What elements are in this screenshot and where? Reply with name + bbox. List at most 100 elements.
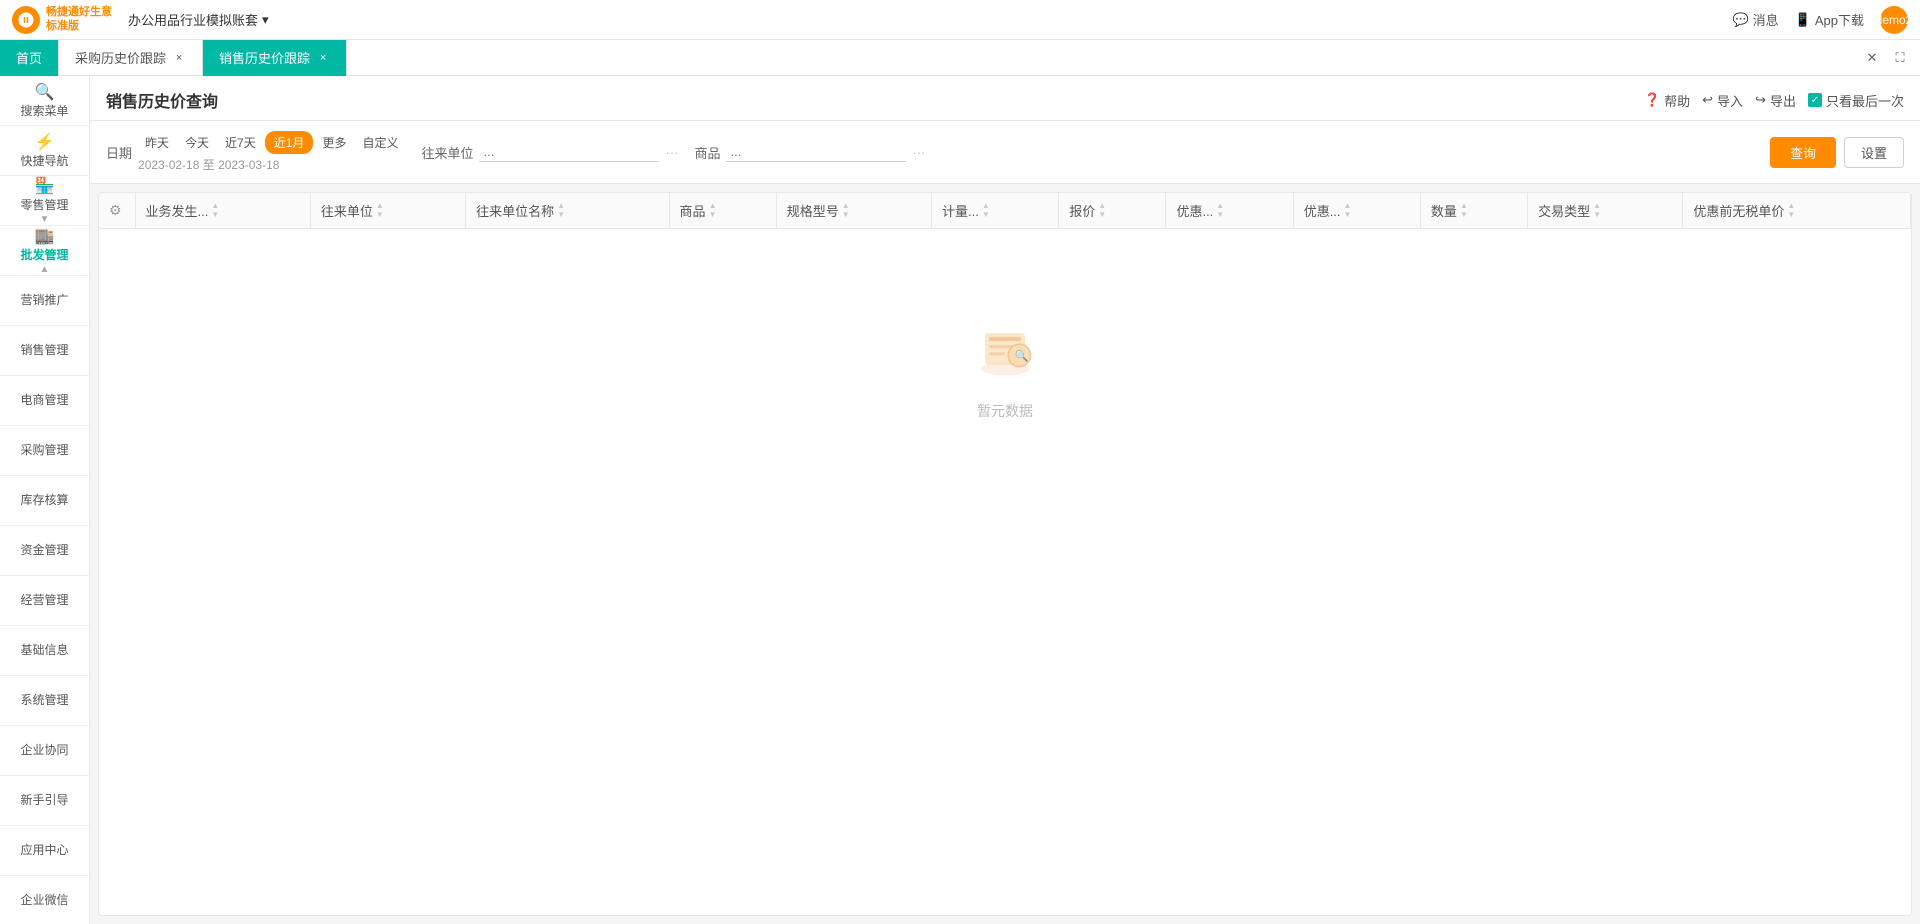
tab-sales-close-btn[interactable]: ×	[316, 51, 330, 65]
page-title: 销售历史价查询	[106, 88, 218, 112]
goods-input[interactable]	[726, 142, 906, 162]
export-btn[interactable]: ↪ 导出	[1755, 91, 1796, 110]
sort-down-icon: ▼	[211, 211, 219, 219]
download-icon: 📱	[1795, 12, 1811, 28]
sidebar-item-operation-mgmt[interactable]: 经营管理	[0, 576, 89, 626]
sort-up-icon: ▲	[1787, 202, 1795, 210]
th-partner-name-label: 往来单位名称	[476, 201, 554, 220]
sort-up-icon: ▲	[1098, 202, 1106, 210]
date-btn-custom[interactable]: 自定义	[355, 131, 405, 154]
partner-input[interactable]	[479, 142, 659, 162]
date-btn-yesterday[interactable]: 昨天	[138, 131, 176, 154]
date-btn-7days[interactable]: 近7天	[218, 131, 263, 154]
sidebar-item-enterprise-wechat[interactable]: 企业微信	[0, 876, 89, 924]
close-all-tabs-btn[interactable]: ✕	[1860, 46, 1884, 70]
query-button[interactable]: 查询	[1770, 137, 1836, 168]
sidebar-item-wholesale-mgmt[interactable]: 🏬 批发管理 ▲	[0, 226, 89, 276]
sort-down-icon: ▼	[1098, 211, 1106, 219]
sort-arrows: ▲ ▼	[1787, 202, 1795, 219]
sidebar-item-label: 应用中心	[20, 843, 68, 859]
sort-arrows: ▲ ▼	[1344, 202, 1352, 219]
date-btn-today[interactable]: 今天	[178, 131, 216, 154]
wholesale-icon: 🏬	[35, 226, 55, 246]
sidebar-item-purchase-mgmt[interactable]: 采购管理	[0, 426, 89, 476]
sidebar-item-retail-mgmt[interactable]: 🏪 零售管理 ▼	[0, 176, 89, 226]
th-discount2[interactable]: 优惠... ▲ ▼	[1293, 193, 1420, 229]
import-btn[interactable]: ↩ 导入	[1702, 91, 1743, 110]
date-label: 日期	[106, 143, 132, 162]
sort-arrows: ▲ ▼	[709, 202, 717, 219]
sidebar-item-enterprise-agreement[interactable]: 企业协同	[0, 726, 89, 776]
tab-sales-history[interactable]: 销售历史价跟踪 ×	[203, 40, 347, 76]
message-icon: 💬	[1732, 12, 1748, 28]
sort-up-icon: ▲	[1593, 202, 1601, 210]
maximize-btn[interactable]: ⛶	[1888, 46, 1912, 70]
only-last-checkbox[interactable]: 只看最后一次	[1808, 91, 1904, 110]
sidebar-item-sales-mgmt[interactable]: 销售管理	[0, 326, 89, 376]
chevron-down-icon: ▾	[262, 12, 269, 28]
gear-icon[interactable]: ⚙	[109, 202, 122, 218]
th-discount1[interactable]: 优惠... ▲ ▼	[1166, 193, 1293, 229]
topbar-right: 💬 消息 📱 App下载 demo2	[1732, 6, 1908, 34]
th-trade-type[interactable]: 交易类型 ▲ ▼	[1528, 193, 1683, 229]
th-discount1-label: 优惠...	[1176, 201, 1213, 220]
sidebar-item-basic-info[interactable]: 基础信息	[0, 626, 89, 676]
sidebar-item-search-menu[interactable]: 🔍 搜索菜单	[0, 76, 89, 126]
sidebar-item-label: 企业协同	[20, 743, 68, 759]
sort-down-icon: ▼	[1593, 211, 1601, 219]
app-selector[interactable]: 办公用品行业模拟账套 ▾	[120, 6, 277, 33]
empty-text: 暂元数据	[977, 401, 1033, 421]
settings-button[interactable]: 设置	[1844, 137, 1904, 168]
main-layout: 🔍 搜索菜单 ⚡ 快捷导航 🏪 零售管理 ▼ 🏬 批发管理 ▲ 营销推广 销售管…	[0, 76, 1920, 924]
app-download-btn[interactable]: 📱 App下载	[1795, 10, 1864, 29]
tab-purchase-close-btn[interactable]: ×	[172, 51, 186, 65]
th-unit[interactable]: 计量... ▲ ▼	[932, 193, 1059, 229]
sidebar-item-label: 零售管理	[20, 198, 68, 214]
partner-more-icon[interactable]: ···	[665, 145, 678, 160]
th-spec-label: 规格型号	[787, 201, 839, 220]
user-profile[interactable]: demo2	[1880, 6, 1908, 34]
th-settings[interactable]: ⚙	[99, 193, 135, 229]
page-header: 销售历史价查询 ❓ 帮助 ↩ 导入 ↪ 导出 只看最后一次	[90, 76, 1920, 121]
tabbar: 首页 采购历史价跟踪 × 销售历史价跟踪 × ✕ ⛶	[0, 40, 1920, 76]
sidebar-item-quick-nav[interactable]: ⚡ 快捷导航	[0, 126, 89, 176]
sort-arrows: ▲ ▼	[211, 202, 219, 219]
th-quote[interactable]: 报价 ▲ ▼	[1059, 193, 1166, 229]
goods-more-icon[interactable]: ···	[912, 145, 925, 160]
table-container: ⚙ 业务发生... ▲ ▼	[98, 192, 1912, 916]
tab-purchase-history[interactable]: 采购历史价跟踪 ×	[59, 40, 203, 76]
sort-up-icon: ▲	[557, 202, 565, 210]
help-btn[interactable]: ❓ 帮助	[1644, 91, 1690, 110]
th-goods[interactable]: 商品 ▲ ▼	[669, 193, 776, 229]
sidebar-item-ecommerce-mgmt[interactable]: 电商管理	[0, 376, 89, 426]
filter-bar: 日期 昨天 今天 近7天 近1月 更多 自定义 2023-02-18 至 202…	[90, 121, 1920, 184]
th-quantity[interactable]: 数量 ▲ ▼	[1420, 193, 1527, 229]
message-btn[interactable]: 💬 消息	[1732, 10, 1778, 29]
th-business-date[interactable]: 业务发生... ▲ ▼	[135, 193, 310, 229]
th-trade-type-label: 交易类型	[1538, 201, 1590, 220]
sort-down-icon: ▼	[557, 211, 565, 219]
sidebar-item-label: 库存核算	[20, 493, 68, 509]
sort-up-icon: ▲	[1344, 202, 1352, 210]
sidebar-item-marketing[interactable]: 营销推广	[0, 276, 89, 326]
th-partner-code[interactable]: 往来单位 ▲ ▼	[310, 193, 465, 229]
sidebar-item-system-mgmt[interactable]: 系统管理	[0, 676, 89, 726]
sort-down-icon: ▼	[1787, 211, 1795, 219]
page-header-actions: ❓ 帮助 ↩ 导入 ↪ 导出 只看最后一次	[1644, 91, 1904, 110]
date-btn-1month[interactable]: 近1月	[265, 131, 314, 154]
sidebar-item-new-guide[interactable]: 新手引导	[0, 776, 89, 826]
date-filter-area: 昨天 今天 近7天 近1月 更多 自定义 2023-02-18 至 2023-0…	[138, 131, 405, 173]
th-spec[interactable]: 规格型号 ▲ ▼	[776, 193, 931, 229]
goods-filter-group: 商品 ···	[694, 142, 925, 162]
sort-arrows: ▲ ▼	[1216, 202, 1224, 219]
tab-home[interactable]: 首页	[0, 40, 59, 76]
sort-arrows: ▲ ▼	[376, 202, 384, 219]
sidebar: 🔍 搜索菜单 ⚡ 快捷导航 🏪 零售管理 ▼ 🏬 批发管理 ▲ 营销推广 销售管…	[0, 76, 90, 924]
sidebar-item-inventory-check[interactable]: 库存核算	[0, 476, 89, 526]
sidebar-item-app-center[interactable]: 应用中心	[0, 826, 89, 876]
th-pre-discount-price[interactable]: 优惠前无税单价 ▲ ▼	[1683, 193, 1911, 229]
sidebar-item-fund-mgmt[interactable]: 资金管理	[0, 526, 89, 576]
date-btn-more[interactable]: 更多	[315, 131, 353, 154]
th-partner-name[interactable]: 往来单位名称 ▲ ▼	[466, 193, 669, 229]
sort-up-icon: ▲	[1460, 202, 1468, 210]
